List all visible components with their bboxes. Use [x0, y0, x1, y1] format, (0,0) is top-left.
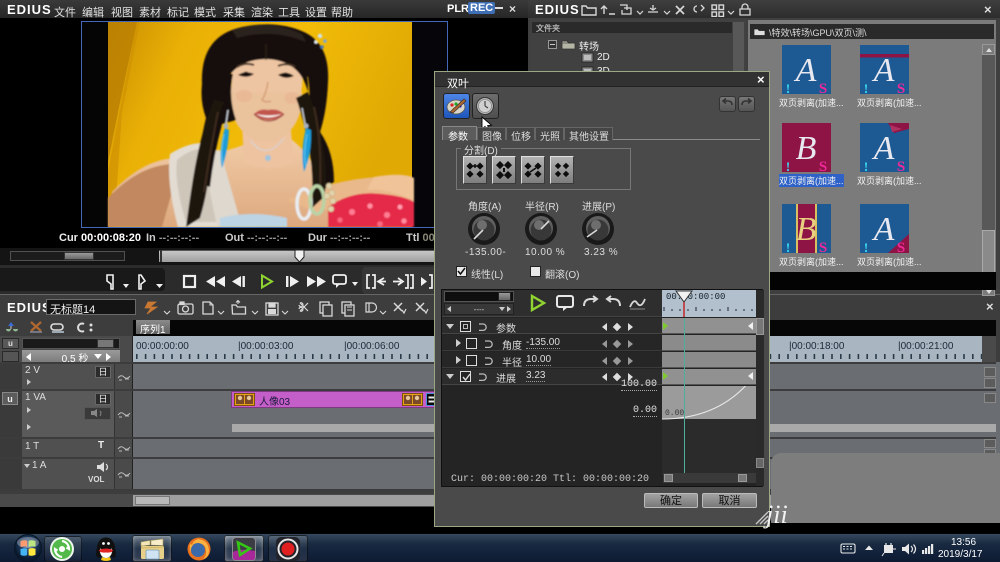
svg-text:!: ! [786, 240, 790, 253]
svg-text:A: A [794, 52, 817, 89]
svg-text:A: A [872, 52, 895, 89]
svg-text:S: S [897, 81, 905, 94]
svg-text:A: A [872, 130, 895, 167]
svg-text:S: S [819, 81, 827, 94]
svg-text:S: S [819, 159, 827, 172]
svg-text:!: ! [786, 159, 790, 172]
svg-text:A: A [872, 211, 895, 248]
svg-text:B: B [796, 130, 817, 167]
svg-text:!: ! [864, 81, 868, 94]
svg-text:!: ! [864, 240, 868, 253]
svg-text:0.00: 0.00 [665, 409, 684, 418]
svg-text:!: ! [864, 159, 868, 172]
svg-text:S: S [897, 159, 905, 172]
svg-text:!: ! [786, 81, 790, 94]
svg-text:S: S [897, 240, 905, 253]
svg-text:B: B [796, 211, 817, 248]
svg-text:S: S [819, 240, 827, 253]
